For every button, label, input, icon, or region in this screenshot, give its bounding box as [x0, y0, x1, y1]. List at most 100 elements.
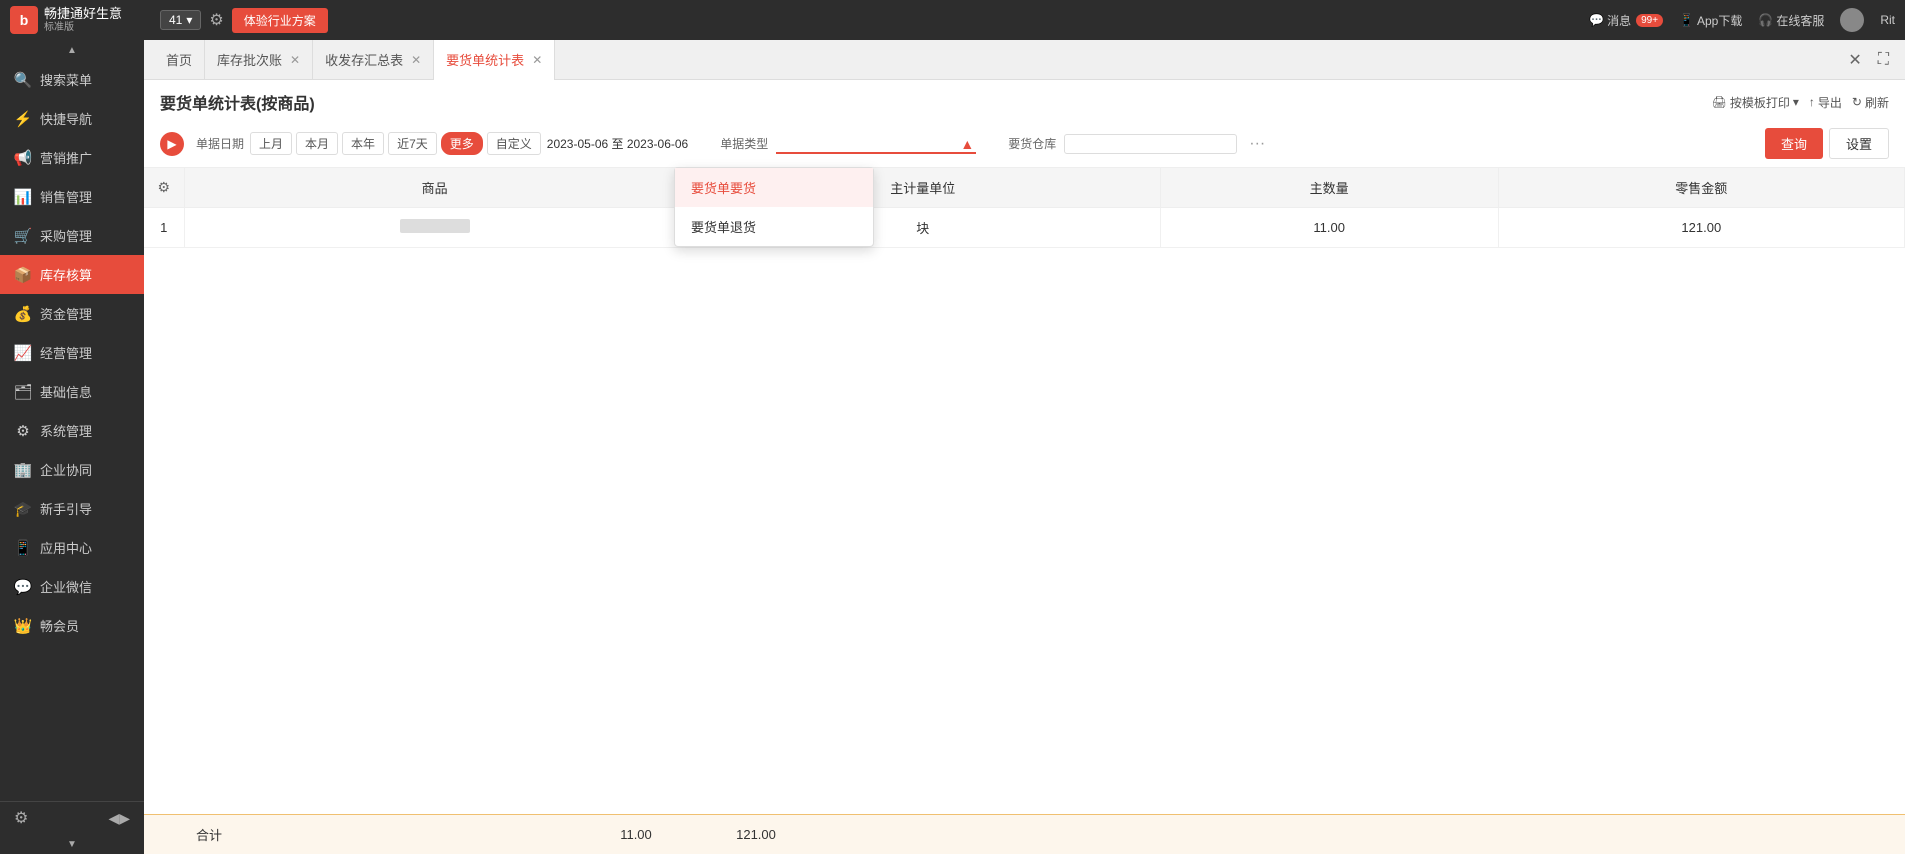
tab-receivable[interactable]: 收发存汇总表 ✕ — [313, 40, 434, 80]
table-header-row: ⚙ 商品 主计量单位 主数量 零售金额 — [144, 168, 1905, 208]
message-item[interactable]: 💬 消息 99+ — [1589, 12, 1663, 29]
industry-btn[interactable]: 体验行业方案 — [232, 8, 328, 33]
type-dropdown-popup: 要货单要货要货单退货 — [674, 167, 874, 247]
store-dropdown-value: 41 — [169, 13, 182, 27]
sidebar-item-finance[interactable]: 💰 资金管理 — [0, 294, 144, 333]
type-filter-input[interactable] — [776, 133, 976, 154]
system-icon: ⚙ — [14, 422, 32, 440]
sidebar-item-apps[interactable]: 📱 应用中心 — [0, 528, 144, 567]
tab-order-stats[interactable]: 要货单统计表✕ — [434, 40, 555, 80]
member-icon: 👑 — [14, 617, 32, 635]
tab-batch[interactable]: 库存批次账✕ — [205, 40, 313, 80]
sidebar-item-business[interactable]: 📈 经营管理 — [0, 333, 144, 372]
sidebar-nav: 🔍 搜索菜单 ⚡ 快捷导航 📢 营销推广 📊 销售管理 🛒 采购管理 📦 库存核… — [0, 60, 144, 801]
export-icon: ↑ — [1809, 95, 1815, 109]
guide-icon: 🎓 — [14, 500, 32, 518]
col-settings-header: ⚙ — [144, 168, 184, 208]
tab-bar: 首页库存批次账✕收发存汇总表✕要货单统计表✕ ✕ ⛶ — [144, 40, 1905, 80]
warehouse-filter-input[interactable] — [1064, 134, 1237, 154]
date-range-display: 2023-05-06 至 2023-06-06 — [547, 135, 688, 152]
tab-close-batch[interactable]: ✕ — [290, 53, 300, 67]
app-download-item[interactable]: 📱 App下载 — [1679, 12, 1742, 29]
collapse-icon[interactable]: ◀▶ — [108, 810, 130, 827]
tab-bar-right: ✕ ⛶ — [1842, 50, 1895, 70]
enterprise-icon: 🏢 — [14, 461, 32, 479]
table-row: 1 块 11.00 121.00 — [144, 208, 1905, 248]
tab-close-receivable[interactable]: ✕ — [411, 53, 421, 67]
dropdown-option-order[interactable]: 要货单要货 — [675, 168, 873, 207]
sidebar-item-wechat[interactable]: 💬 企业微信 — [0, 567, 144, 606]
online-service-label: 在线客服 — [1776, 12, 1824, 29]
tab-label-home: 首页 — [166, 50, 192, 69]
date-btn-custom[interactable]: 自定义 — [487, 132, 541, 155]
col-qty-header: 主数量 — [1160, 168, 1498, 208]
sidebar-item-purchase[interactable]: 🛒 采购管理 — [0, 216, 144, 255]
refresh-label: 刷新 — [1865, 94, 1889, 111]
tab-close-all-icon[interactable]: ✕ — [1842, 50, 1867, 70]
sidebar-item-guide[interactable]: 🎓 新手引导 — [0, 489, 144, 528]
tab-close-order-stats[interactable]: ✕ — [532, 53, 542, 67]
footer-total-label: 合计 — [156, 825, 576, 844]
query-btn[interactable]: 查询 — [1765, 128, 1823, 159]
type-filter-arrow[interactable]: ▲ — [960, 136, 974, 152]
app-logo: b 畅捷通好生意 标准版 — [10, 6, 150, 34]
data-table: ⚙ 商品 主计量单位 主数量 零售金额 1 块 — [144, 168, 1905, 248]
warehouse-filter-label: 要货仓库 — [1008, 135, 1056, 152]
sidebar-scroll-up[interactable]: ▲ — [0, 40, 144, 60]
date-btn-up[interactable]: 上月 — [250, 132, 292, 155]
tab-expand-icon[interactable]: ⛶ — [1872, 51, 1895, 69]
setting-btn[interactable]: 设置 — [1829, 128, 1889, 159]
sales-icon: 📊 — [14, 188, 32, 206]
sidebar-label-finance: 资金管理 — [40, 304, 92, 323]
filter-bar: ▶ 单据日期 上月 本月 本年 近7天 更多 自定义 2023-05-06 至 … — [144, 120, 1905, 168]
topbar: b 畅捷通好生意 标准版 41 ▾ ⚙ 体验行业方案 💬 消息 99+ 📱 Ap… — [0, 0, 1905, 40]
footer-total-amount: 121.00 — [696, 827, 816, 842]
sidebar-item-search[interactable]: 🔍 搜索菜单 — [0, 60, 144, 99]
refresh-icon: ↻ — [1852, 95, 1862, 109]
print-icon: 🖨 — [1712, 95, 1727, 109]
warehouse-more-btn[interactable]: ··· — [1249, 135, 1265, 153]
avatar[interactable] — [1840, 8, 1864, 32]
sidebar-item-shortcut[interactable]: ⚡ 快捷导航 — [0, 99, 144, 138]
export-btn[interactable]: ↑ 导出 — [1809, 94, 1842, 111]
gear-icon[interactable]: ⚙ — [209, 10, 223, 30]
sidebar-item-enterprise[interactable]: 🏢 企业协同 — [0, 450, 144, 489]
tab-label-receivable: 收发存汇总表 — [325, 50, 403, 69]
sidebar-item-sales[interactable]: 📊 销售管理 — [0, 177, 144, 216]
sidebar-item-inventory[interactable]: 📦 库存核算 — [0, 255, 144, 294]
date-btn-week[interactable]: 近7天 — [388, 132, 437, 155]
tab-home[interactable]: 首页 — [154, 40, 205, 80]
sidebar-item-marketing[interactable]: 📢 营销推广 — [0, 138, 144, 177]
sidebar-item-member[interactable]: 👑 畅会员 — [0, 606, 144, 645]
row-product — [184, 208, 685, 248]
app-version: 标准版 — [44, 22, 122, 34]
apps-icon: 📱 — [14, 539, 32, 557]
service-icon: 🎧 — [1758, 13, 1773, 27]
settings-icon[interactable]: ⚙ — [14, 808, 28, 828]
sidebar-label-inventory: 库存核算 — [40, 265, 92, 284]
sidebar-scroll-down[interactable]: ▼ — [0, 834, 144, 854]
page-actions: 🖨 按模板打印 ▾ ↑ 导出 ↻ 刷新 — [1712, 94, 1889, 111]
message-badge: 99+ — [1636, 14, 1663, 27]
type-filter-group: 单据类型 ▲ — [720, 133, 976, 154]
filter-expand-btn[interactable]: ▶ — [160, 132, 184, 156]
sidebar-item-basic[interactable]: 🗂 基础信息 — [0, 372, 144, 411]
print-label: 按模板打印 — [1730, 94, 1790, 111]
filter-actions: 查询 设置 — [1765, 128, 1889, 159]
print-btn[interactable]: 🖨 按模板打印 ▾ — [1712, 94, 1799, 111]
sidebar-label-sales: 销售管理 — [40, 187, 92, 206]
chevron-down-icon: ▾ — [1793, 95, 1799, 109]
dropdown-option-return[interactable]: 要货单退货 — [675, 207, 873, 246]
row-num: 1 — [144, 208, 184, 248]
store-dropdown[interactable]: 41 ▾ — [160, 10, 201, 30]
refresh-btn[interactable]: ↻ 刷新 — [1852, 94, 1889, 111]
date-btn-this[interactable]: 本月 — [296, 132, 338, 155]
table-settings-icon[interactable]: ⚙ — [157, 179, 170, 195]
col-product-header: 商品 — [184, 168, 685, 208]
sidebar-item-system[interactable]: ⚙ 系统管理 — [0, 411, 144, 450]
online-service-item[interactable]: 🎧 在线客服 — [1758, 12, 1824, 29]
date-btn-year[interactable]: 本年 — [342, 132, 384, 155]
row-qty: 11.00 — [1160, 208, 1498, 248]
date-btn-more[interactable]: 更多 — [441, 132, 483, 155]
marketing-icon: 📢 — [14, 149, 32, 167]
